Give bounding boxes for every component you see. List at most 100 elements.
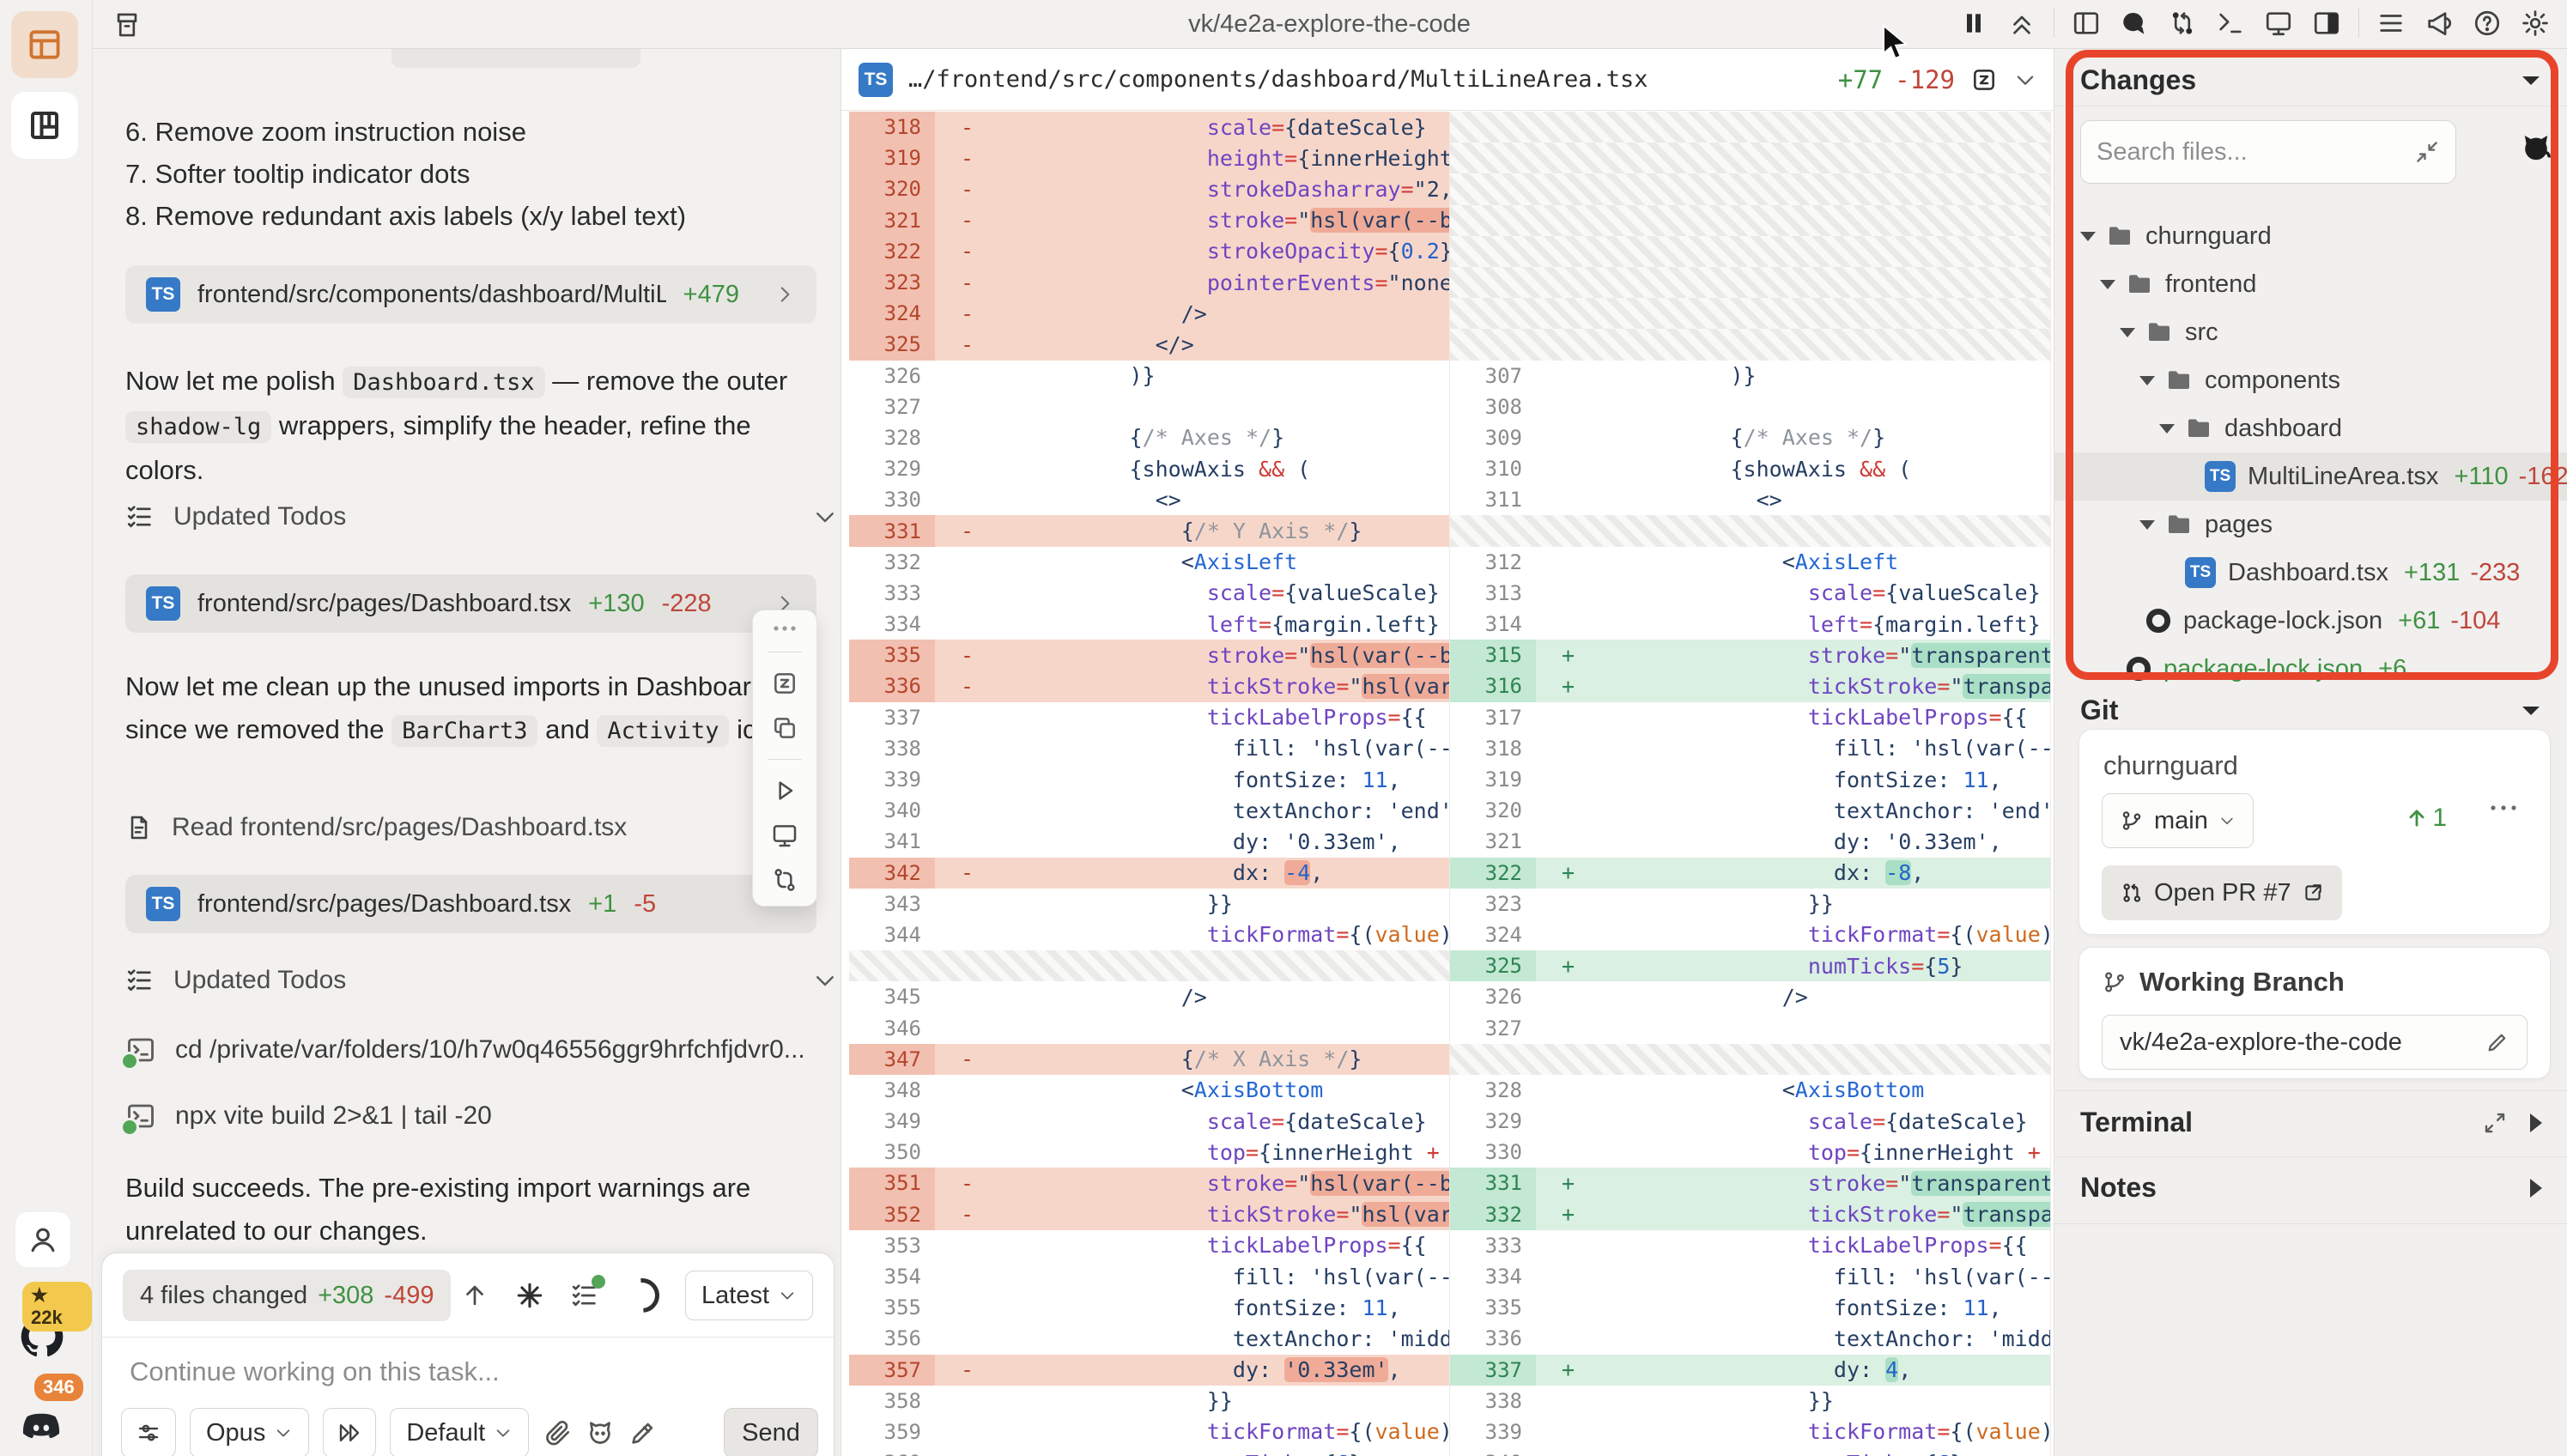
diff-line-new[interactable] <box>1450 515 2051 546</box>
diff-line-new[interactable]: 310{showAxis && ( <box>1450 453 2051 484</box>
fast-forward-button[interactable] <box>323 1408 376 1456</box>
caret-down-icon[interactable] <box>2100 280 2115 289</box>
tree-folder-row[interactable]: pages <box>2054 500 2567 549</box>
diff-line-new[interactable] <box>1450 236 2051 267</box>
diff-line-new[interactable]: 325+numTicks={5} <box>1450 950 2051 981</box>
expand-right-icon[interactable] <box>2530 1179 2542 1198</box>
diff-line-new[interactable]: 314left={margin.left} <box>1450 609 2051 640</box>
diff-line-old[interactable]: 357-dy: '0.33em', <box>849 1355 1450 1386</box>
diff-line-new[interactable]: 326/> <box>1450 981 2051 1012</box>
collapse-up-icon[interactable] <box>2006 7 2038 39</box>
expand-icon[interactable] <box>2482 1110 2508 1136</box>
diff-line-new[interactable]: 308 <box>1450 391 2051 422</box>
diff-line-old[interactable]: 329{showAxis && ( <box>849 453 1450 484</box>
diff-line-new[interactable] <box>1450 143 2051 173</box>
diff-line-new[interactable]: 316+tickStroke="transpar <box>1450 670 2051 701</box>
pause-icon[interactable] <box>1957 7 1990 39</box>
tree-folder-row[interactable]: churnguard <box>2054 212 2567 260</box>
working-branch-input[interactable]: vk/4e2a-explore-the-code <box>2102 1015 2528 1070</box>
diff-line-old[interactable]: 332<AxisLeft <box>849 547 1450 578</box>
expand-right-icon[interactable] <box>2530 1113 2542 1132</box>
diff-line-old[interactable]: 339fontSize: 11, <box>849 764 1450 795</box>
diff-line-old[interactable]: 346 <box>849 1012 1450 1043</box>
diff-line-new[interactable]: 337+dy: 4, <box>1450 1355 2051 1386</box>
diff-line-old[interactable]: 352-tickStroke="hsl(var( <box>849 1199 1450 1230</box>
cat-icon[interactable] <box>586 1418 615 1447</box>
diff-line-new[interactable]: 334fill: 'hsl(var(--m <box>1450 1261 2051 1292</box>
file-change-chip[interactable]: TS frontend/src/pages/Dashboard.tsx +130… <box>125 574 816 633</box>
diff-line-old[interactable]: 347-{/* X Axis */} <box>849 1044 1450 1075</box>
diff-line-new[interactable] <box>1450 267 2051 298</box>
diff-line-new[interactable]: 328<AxisBottom <box>1450 1075 2051 1106</box>
edit-pencil-icon[interactable] <box>2485 1030 2509 1054</box>
chevron-down-icon[interactable] <box>812 504 838 530</box>
chevron-down-icon[interactable] <box>812 968 838 993</box>
notes-section-header[interactable]: Notes <box>2080 1172 2542 1204</box>
tree-folder-row[interactable]: src <box>2054 308 2567 356</box>
panel-left-icon[interactable] <box>2070 7 2103 39</box>
diff-line-old[interactable]: 334left={margin.left} <box>849 609 1450 640</box>
diff-line-old[interactable]: 353tickLabelProps={{ <box>849 1230 1450 1261</box>
run-icon[interactable] <box>771 777 798 804</box>
help-icon[interactable] <box>2471 7 2503 39</box>
diff-line-old[interactable]: 326)} <box>849 361 1450 391</box>
diff-line-new[interactable] <box>1450 173 2051 204</box>
diff-line-old[interactable]: 331-{/* Y Axis */} <box>849 515 1450 546</box>
changes-section-header[interactable]: Changes <box>2080 64 2542 96</box>
diff-line-new[interactable]: 307)} <box>1450 361 2051 391</box>
diff-line-old[interactable]: 320-strokeDasharray="2,4" <box>849 173 1450 204</box>
caret-down-icon[interactable] <box>2080 232 2096 241</box>
git-section-header[interactable]: Git <box>2080 695 2542 726</box>
menu-icon[interactable] <box>2375 7 2407 39</box>
diff-line-new[interactable]: 309{/* Axes */} <box>1450 422 2051 453</box>
diff-line-new[interactable]: 335fontSize: 11, <box>1450 1292 2051 1323</box>
diff-line-new[interactable]: 322+dx: -8, <box>1450 858 2051 889</box>
diff-line-new[interactable]: 327 <box>1450 1012 2051 1043</box>
open-pr-button[interactable]: Open PR #7 <box>2102 865 2342 920</box>
todos-status-icon[interactable] <box>570 1281 599 1310</box>
diff-line-old[interactable]: 340textAnchor: 'end' <box>849 795 1450 826</box>
diff-line-old[interactable]: 336-tickStroke="hsl(var( <box>849 670 1450 701</box>
diff-line-new[interactable]: 339tickFormat={(value) <box>1450 1417 2051 1447</box>
updated-todos-row[interactable]: Updated Todos <box>125 966 838 995</box>
sidebar-item-kanban[interactable] <box>11 92 78 159</box>
diff-line-new[interactable] <box>1450 329 2051 360</box>
caret-down-icon[interactable] <box>2159 424 2175 434</box>
diff-line-old[interactable]: 333scale={valueScale} <box>849 578 1450 609</box>
diff-line-old[interactable]: 350top={innerHeight + r <box>849 1137 1450 1168</box>
diff-line-old[interactable]: 345/> <box>849 981 1450 1012</box>
diff-line-old[interactable]: 324-/> <box>849 298 1450 329</box>
tree-folder-row[interactable]: components <box>2054 356 2567 404</box>
tree-file-row[interactable]: TSMultiLineArea.tsx+110-162 <box>2054 452 2567 500</box>
git-compare-icon[interactable] <box>771 866 798 894</box>
diff-line-new[interactable]: 317tickLabelProps={{ <box>1450 702 2051 733</box>
diff-line-old[interactable]: 325-</> <box>849 329 1450 360</box>
diff-line-old[interactable]: 327 <box>849 391 1450 422</box>
diff-line-new[interactable]: 340numTicks={6} <box>1450 1447 2051 1456</box>
tree-file-row[interactable]: package-lock.json+61-104 <box>2054 597 2567 645</box>
diff-line-old[interactable]: 319-height={innerHeight} <box>849 143 1450 173</box>
diff-line-old[interactable]: 321-stroke="hsl(var(--bo <box>849 205 1450 236</box>
diff-line-old[interactable]: 338fill: 'hsl(var(--m <box>849 733 1450 764</box>
diff-view-icon[interactable] <box>771 670 798 697</box>
caret-down-icon[interactable] <box>2139 376 2155 385</box>
mode-dropdown[interactable]: Default <box>390 1408 529 1456</box>
diff-line-old[interactable]: 337tickLabelProps={{ <box>849 702 1450 733</box>
diff-line-new[interactable]: 332+tickStroke="transpar <box>1450 1199 2051 1230</box>
diff-line-new[interactable]: 319fontSize: 11, <box>1450 764 2051 795</box>
diff-line-old[interactable]: 360numTicks={6} <box>849 1447 1450 1456</box>
diff-line-old[interactable]: 355fontSize: 11, <box>849 1292 1450 1323</box>
tree-file-row[interactable]: TSDashboard.tsx+131-233 <box>2054 549 2567 597</box>
search-input[interactable]: Search files... <box>2080 120 2456 184</box>
diff-line-old[interactable]: 322-strokeOpacity={0.2} <box>849 236 1450 267</box>
copy-icon[interactable] <box>771 714 798 742</box>
terminal-command-row[interactable]: npx vite build 2>&1 | tail -20 <box>125 1101 838 1131</box>
sidebar-item-layout[interactable] <box>11 11 78 78</box>
updated-todos-row[interactable]: Updated Todos <box>125 502 838 531</box>
diff-line-old[interactable]: 344tickFormat={(value) <box>849 919 1450 950</box>
monitor-icon[interactable] <box>2262 7 2295 39</box>
read-file-row[interactable]: Read frontend/src/pages/Dashboard.tsx <box>125 813 838 842</box>
diff-line-new[interactable]: 329scale={dateScale} <box>1450 1106 2051 1137</box>
file-change-chip[interactable]: TS frontend/src/components/dashboard/Mul… <box>125 265 816 324</box>
diff-line-new[interactable] <box>1450 1044 2051 1075</box>
